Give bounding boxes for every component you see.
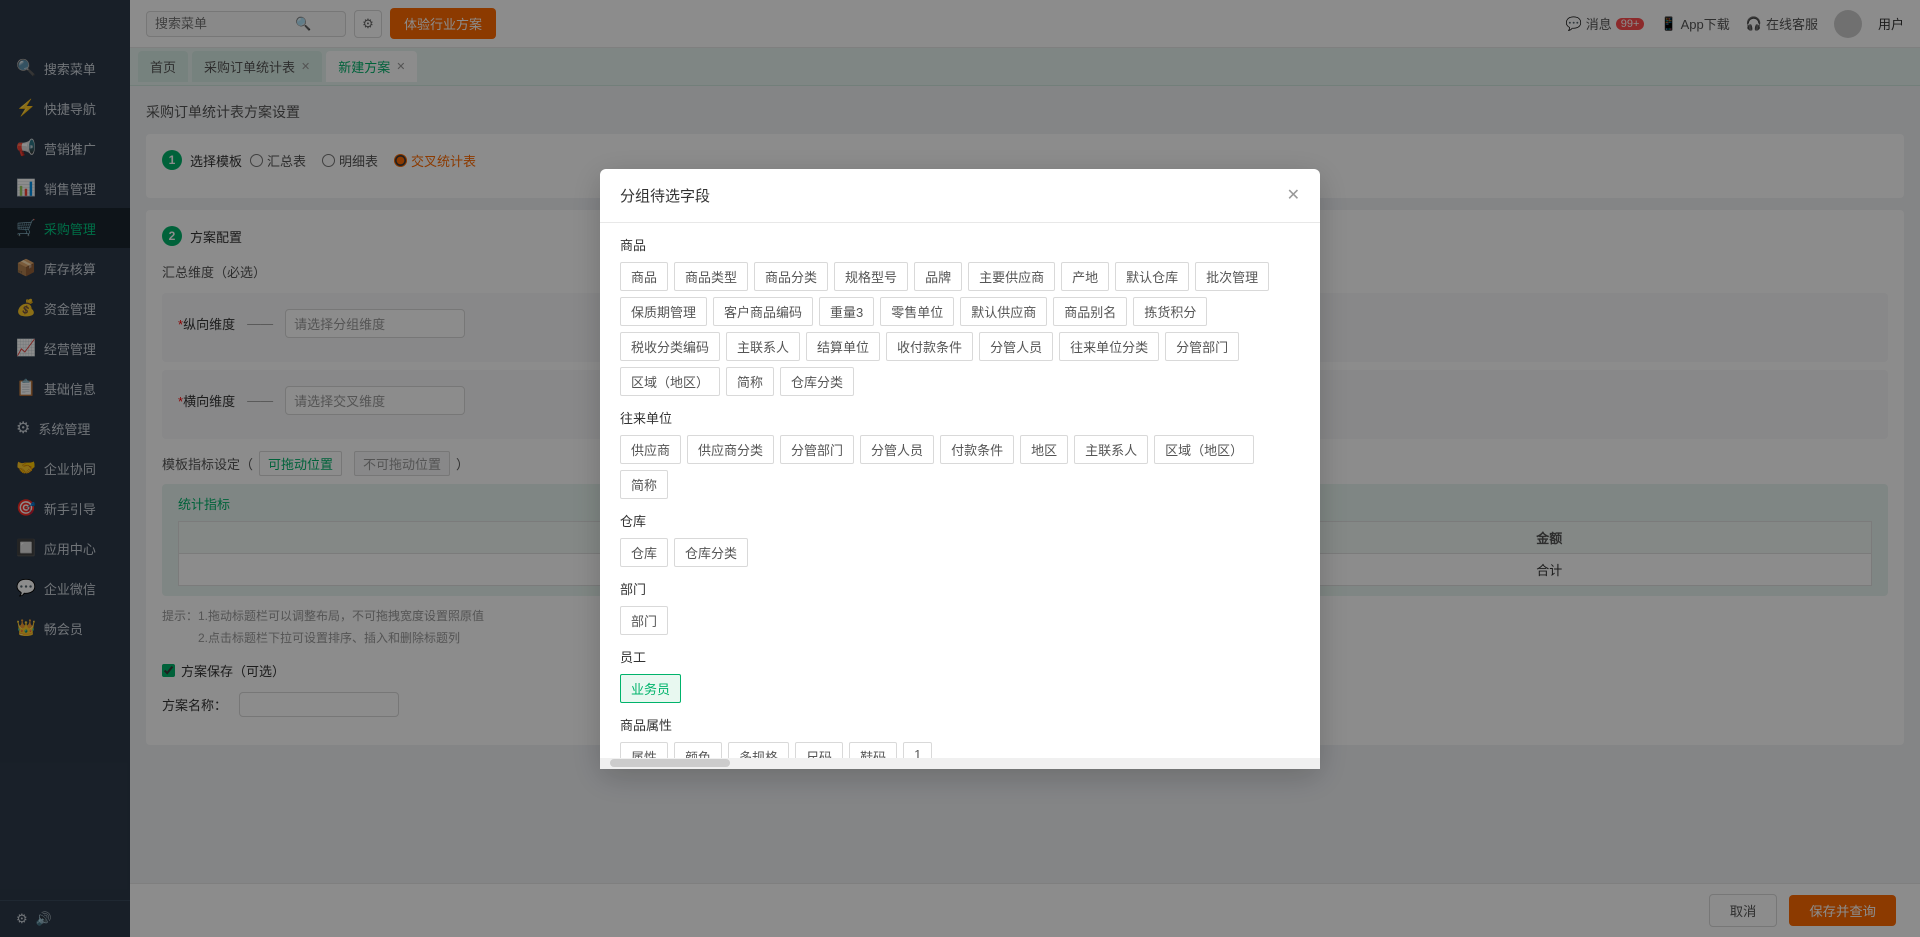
field-size[interactable]: 尺码 xyxy=(795,742,843,758)
field-payment[interactable]: 付款条件 xyxy=(940,435,1014,464)
section-product-attr: 商品属性 属性 颜色 多规格 尺码 鞋码 1 xyxy=(620,715,1300,758)
field-attr-1[interactable]: 1 xyxy=(903,742,932,758)
hscroll-thumb[interactable] xyxy=(610,759,730,767)
section-warehouse-title: 仓库 xyxy=(620,511,1300,530)
field-region-product[interactable]: 区域（地区） xyxy=(620,367,720,396)
field-supplier-cat[interactable]: 供应商分类 xyxy=(687,435,774,464)
section-department-title: 部门 xyxy=(620,579,1300,598)
field-weight[interactable]: 重量3 xyxy=(819,297,874,326)
modal-dialog: 分组待选字段 ✕ 商品 商品 商品类型 商品分类 规格型号 品牌 主要供应商 产… xyxy=(600,169,1320,769)
field-payment-terms[interactable]: 收付款条件 xyxy=(886,332,973,361)
modal-hscroll[interactable] xyxy=(600,758,1320,769)
field-area[interactable]: 地区 xyxy=(1020,435,1068,464)
employee-fields: 业务员 xyxy=(620,674,1300,703)
field-color[interactable]: 颜色 xyxy=(674,742,722,758)
field-origin[interactable]: 产地 xyxy=(1061,262,1109,291)
modal-close-button[interactable]: ✕ xyxy=(1287,185,1300,205)
field-brand[interactable]: 品牌 xyxy=(914,262,962,291)
field-batch[interactable]: 批次管理 xyxy=(1195,262,1269,291)
field-spec[interactable]: 规格型号 xyxy=(834,262,908,291)
section-employee: 员工 业务员 xyxy=(620,647,1300,703)
field-abbr-partner[interactable]: 简称 xyxy=(620,470,668,499)
modal-header: 分组待选字段 ✕ xyxy=(600,169,1320,223)
field-default-warehouse[interactable]: 默认仓库 xyxy=(1115,262,1189,291)
partner-fields: 供应商 供应商分类 分管部门 分管人员 付款条件 地区 主联系人 区域（地区） … xyxy=(620,435,1300,499)
field-dept2[interactable]: 分管部门 xyxy=(780,435,854,464)
section-product-title: 商品 xyxy=(620,235,1300,254)
field-supplier[interactable]: 供应商 xyxy=(620,435,681,464)
field-contact2[interactable]: 主联系人 xyxy=(1074,435,1148,464)
field-warehouse[interactable]: 仓库 xyxy=(620,538,668,567)
warehouse-fields: 仓库 仓库分类 xyxy=(620,538,1300,567)
field-department[interactable]: 部门 xyxy=(620,606,668,635)
field-customer-code[interactable]: 客户商品编码 xyxy=(713,297,813,326)
field-multi-spec[interactable]: 多规格 xyxy=(728,742,789,758)
field-product[interactable]: 商品 xyxy=(620,262,668,291)
section-employee-title: 员工 xyxy=(620,647,1300,666)
field-pick-score[interactable]: 拣货积分 xyxy=(1133,297,1207,326)
field-manager2[interactable]: 分管人员 xyxy=(860,435,934,464)
field-region-partner[interactable]: 区域（地区） xyxy=(1154,435,1254,464)
field-tax-code[interactable]: 税收分类编码 xyxy=(620,332,720,361)
field-dept[interactable]: 分管部门 xyxy=(1165,332,1239,361)
field-main-contact[interactable]: 主联系人 xyxy=(726,332,800,361)
field-default-supplier[interactable]: 默认供应商 xyxy=(960,297,1047,326)
field-warehouse-cat[interactable]: 仓库分类 xyxy=(780,367,854,396)
field-partner-category[interactable]: 往来单位分类 xyxy=(1059,332,1159,361)
field-warehouse-category[interactable]: 仓库分类 xyxy=(674,538,748,567)
field-expiry[interactable]: 保质期管理 xyxy=(620,297,707,326)
field-manager[interactable]: 分管人员 xyxy=(979,332,1053,361)
field-shoe-size[interactable]: 鞋码 xyxy=(849,742,897,758)
field-settle-unit[interactable]: 结算单位 xyxy=(806,332,880,361)
section-product-attr-title: 商品属性 xyxy=(620,715,1300,734)
section-product: 商品 商品 商品类型 商品分类 规格型号 品牌 主要供应商 产地 默认仓库 批次… xyxy=(620,235,1300,396)
field-retail-unit[interactable]: 零售单位 xyxy=(880,297,954,326)
field-product-type[interactable]: 商品类型 xyxy=(674,262,748,291)
product-fields: 商品 商品类型 商品分类 规格型号 品牌 主要供应商 产地 默认仓库 批次管理 … xyxy=(620,262,1300,396)
modal-title: 分组待选字段 xyxy=(620,185,710,206)
modal-body: 商品 商品 商品类型 商品分类 规格型号 品牌 主要供应商 产地 默认仓库 批次… xyxy=(600,223,1320,758)
department-fields: 部门 xyxy=(620,606,1300,635)
modal-overlay[interactable]: 分组待选字段 ✕ 商品 商品 商品类型 商品分类 规格型号 品牌 主要供应商 产… xyxy=(0,0,1920,937)
field-attr[interactable]: 属性 xyxy=(620,742,668,758)
field-product-category[interactable]: 商品分类 xyxy=(754,262,828,291)
section-partner-title: 往来单位 xyxy=(620,408,1300,427)
field-main-supplier[interactable]: 主要供应商 xyxy=(968,262,1055,291)
field-alias[interactable]: 商品别名 xyxy=(1053,297,1127,326)
field-salesperson[interactable]: 业务员 xyxy=(620,674,681,703)
section-warehouse: 仓库 仓库 仓库分类 xyxy=(620,511,1300,567)
field-abbr-product[interactable]: 简称 xyxy=(726,367,774,396)
section-department: 部门 部门 xyxy=(620,579,1300,635)
section-partner: 往来单位 供应商 供应商分类 分管部门 分管人员 付款条件 地区 主联系人 区域… xyxy=(620,408,1300,499)
product-attr-fields: 属性 颜色 多规格 尺码 鞋码 1 xyxy=(620,742,1300,758)
